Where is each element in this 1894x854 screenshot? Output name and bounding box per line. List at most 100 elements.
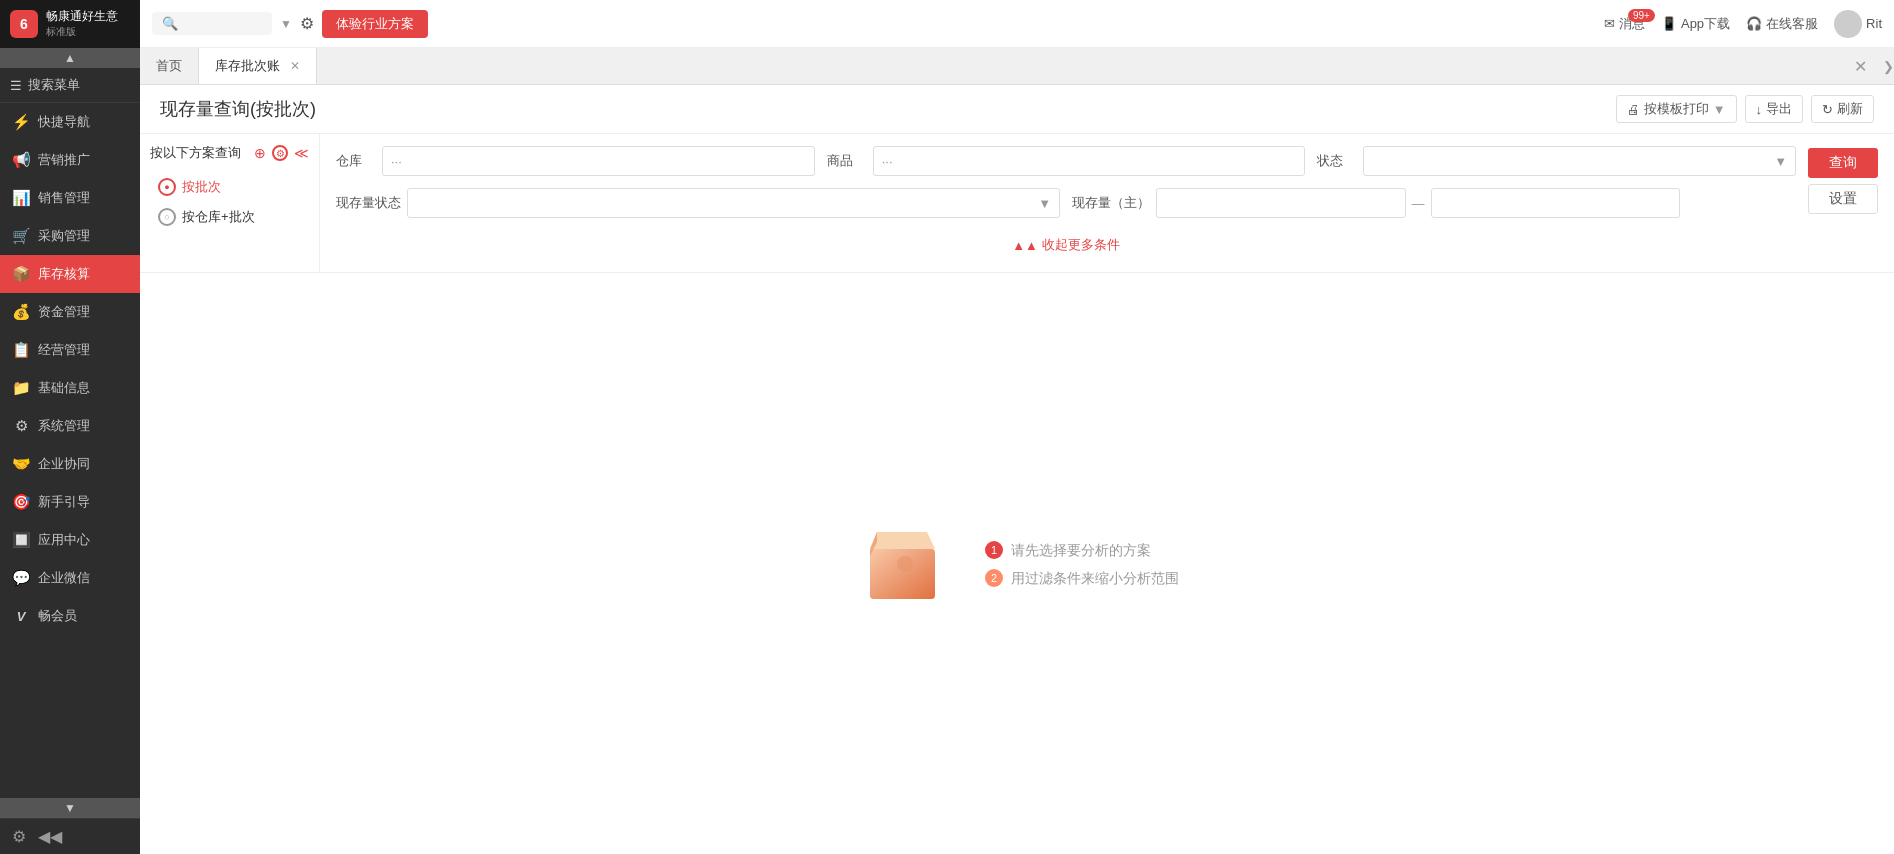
sidebar-item-label: 系统管理 — [38, 417, 90, 435]
add-scheme-icon[interactable]: ⊕ — [254, 145, 266, 161]
tabbar: 首页 库存批次账 ✕ ✕ ❯ — [140, 48, 1894, 85]
user-profile-btn[interactable]: Rit — [1834, 10, 1882, 38]
empty-svg — [855, 514, 955, 614]
query-btn-group: 查询 设置 — [1808, 148, 1878, 214]
topbar-dropdown-icon[interactable]: ▼ — [280, 17, 292, 31]
sidebar-item-sales[interactable]: 📊 销售管理 — [0, 179, 140, 217]
sidebar-item-system[interactable]: ⚙ 系统管理 — [0, 407, 140, 445]
panel-close-btn[interactable]: ✕ — [1842, 57, 1879, 76]
sidebar-header: 6 畅康通好生意 标准版 — [0, 0, 140, 48]
sidebar-item-enterprise-wechat[interactable]: 💬 企业微信 — [0, 559, 140, 597]
filter-row-1: 仓库 ··· 商品 ··· — [336, 146, 1796, 176]
warehouse-field: 仓库 ··· — [336, 146, 815, 176]
stock-qty-to[interactable] — [1431, 188, 1681, 218]
sidebar: 6 畅康通好生意 标准版 ▲ ☰ 搜索菜单 ⚡ 快捷导航 📢 营销推广 📊 销售… — [0, 0, 140, 854]
page-actions: 🖨 按模板打印 ▼ ↓ 导出 ↻ 刷新 — [1616, 95, 1874, 123]
messages-btn[interactable]: ✉ 消息 99+ — [1604, 15, 1645, 33]
sidebar-item-label: 企业协同 — [38, 455, 90, 473]
collapse-scheme-icon[interactable]: ≪ — [294, 145, 309, 161]
scheme-inactive-icon: ○ — [158, 208, 176, 226]
sidebar-item-label: 畅会员 — [38, 607, 77, 625]
online-service-btn[interactable]: 🎧 在线客服 — [1746, 15, 1818, 33]
main-area: 🔍 ▼ ⚙ 体验行业方案 ✉ 消息 99+ 📱 App下载 🎧 在线客服 Rit — [140, 0, 1894, 854]
sidebar-item-label: 销售管理 — [38, 189, 90, 207]
sidebar-search[interactable]: ☰ 搜索菜单 — [0, 68, 140, 103]
avatar — [1834, 10, 1862, 38]
sidebar-item-marketing[interactable]: 📢 营销推广 — [0, 141, 140, 179]
sidebar-item-label: 企业微信 — [38, 569, 90, 587]
sidebar-item-finance[interactable]: 💰 资金管理 — [0, 293, 140, 331]
sales-icon: 📊 — [12, 189, 30, 207]
inventory-icon: 📦 — [12, 265, 30, 283]
svg-marker-2 — [870, 532, 935, 549]
scheme-item-batch[interactable]: ● 按批次 — [150, 172, 309, 202]
export-btn[interactable]: ↓ 导出 — [1745, 95, 1804, 123]
hint-text-1: 请先选择要分析的方案 — [1011, 536, 1151, 564]
scheme-header: 按以下方案查询 ⊕ ⚙ ≪ — [150, 144, 309, 162]
sidebar-scroll-down[interactable]: ▼ — [0, 798, 140, 818]
sidebar-menu: ⚡ 快捷导航 📢 营销推广 📊 销售管理 🛒 采购管理 📦 库存核算 💰 资金管… — [0, 103, 140, 798]
stock-status-select[interactable]: ▼ — [407, 188, 1060, 218]
app-download-btn[interactable]: 📱 App下载 — [1661, 15, 1730, 33]
finance-icon: 💰 — [12, 303, 30, 321]
sidebar-item-purchase[interactable]: 🛒 采购管理 — [0, 217, 140, 255]
scheme-item-warehouse-batch[interactable]: ○ 按仓库+批次 — [150, 202, 309, 232]
sidebar-item-basic[interactable]: 📁 基础信息 — [0, 369, 140, 407]
stock-qty-from[interactable] — [1156, 188, 1406, 218]
goods-input[interactable]: ··· — [873, 146, 1306, 176]
filter-row-2: 现存量状态 ▼ 现存量（主） — — [336, 188, 1796, 218]
settings-btn[interactable]: 设置 — [1808, 184, 1878, 214]
refresh-btn[interactable]: ↻ 刷新 — [1811, 95, 1874, 123]
filter-scheme-panel: 按以下方案查询 ⊕ ⚙ ≪ ● 按批次 ○ 按仓库+批次 — [140, 134, 320, 272]
topbar-settings-icon[interactable]: ⚙ — [300, 14, 314, 33]
settings-icon[interactable]: ⚙ — [12, 827, 26, 846]
empty-state: 1 请先选择要分析的方案 2 用过滤条件来缩小分析范围 — [140, 273, 1894, 854]
topbar-search-box[interactable]: 🔍 — [152, 12, 272, 35]
sidebar-scroll-up[interactable]: ▲ — [0, 48, 140, 68]
enterprise-wechat-icon: 💬 — [12, 569, 30, 587]
scheme-active-icon: ● — [158, 178, 176, 196]
scheme-title: 按以下方案查询 — [150, 144, 241, 162]
app-download-label: App下载 — [1681, 15, 1730, 33]
sidebar-toggle-icon[interactable]: ◀◀ — [38, 827, 62, 846]
sidebar-item-newbie[interactable]: 🎯 新手引导 — [0, 483, 140, 521]
status-dropdown-icon: ▼ — [1774, 154, 1787, 169]
tab-inventory-batch[interactable]: 库存批次账 ✕ — [199, 48, 317, 84]
filter-panel: 按以下方案查询 ⊕ ⚙ ≪ ● 按批次 ○ 按仓库+批次 — [140, 134, 1894, 273]
print-btn[interactable]: 🖨 按模板打印 ▼ — [1616, 95, 1737, 123]
experience-btn[interactable]: 体验行业方案 — [322, 10, 428, 38]
svg-point-4 — [897, 556, 913, 572]
goods-label: 商品 — [827, 152, 867, 170]
tab-home[interactable]: 首页 — [140, 48, 199, 84]
message-icon: ✉ — [1604, 16, 1615, 31]
system-icon: ⚙ — [12, 417, 30, 435]
status-label: 状态 — [1317, 152, 1357, 170]
sidebar-item-inventory[interactable]: 📦 库存核算 — [0, 255, 140, 293]
marketing-icon: 📢 — [12, 151, 30, 169]
sidebar-item-vip[interactable]: V 畅会员 — [0, 597, 140, 635]
empty-illustration — [855, 514, 955, 614]
tab-close-btn[interactable]: ✕ — [290, 59, 300, 73]
sidebar-item-quick-nav[interactable]: ⚡ 快捷导航 — [0, 103, 140, 141]
sidebar-item-label: 经营管理 — [38, 341, 90, 359]
status-select[interactable]: ▼ — [1363, 146, 1796, 176]
collapse-btn[interactable]: ▲▲ 收起更多条件 — [336, 230, 1796, 260]
topbar: 🔍 ▼ ⚙ 体验行业方案 ✉ 消息 99+ 📱 App下载 🎧 在线客服 Rit — [140, 0, 1894, 48]
filter-fields: 仓库 ··· 商品 ··· — [320, 134, 1894, 272]
sidebar-item-operations[interactable]: 📋 经营管理 — [0, 331, 140, 369]
home-tab-label: 首页 — [156, 57, 182, 75]
sidebar-item-enterprise[interactable]: 🤝 企业协同 — [0, 445, 140, 483]
warehouse-input[interactable]: ··· — [382, 146, 815, 176]
scheme-batch-label: 按批次 — [182, 178, 221, 196]
collapse-label: 收起更多条件 — [1042, 236, 1120, 254]
company-name: 畅康通好生意 — [46, 9, 118, 25]
settings-scheme-icon[interactable]: ⚙ — [272, 145, 288, 161]
scheme-icons: ⊕ ⚙ ≪ — [254, 145, 309, 161]
refresh-icon: ↻ — [1822, 102, 1833, 117]
basic-icon: 📁 — [12, 379, 30, 397]
app-version: 标准版 — [46, 25, 118, 39]
topbar-left: 🔍 ▼ ⚙ 体验行业方案 — [152, 10, 1596, 38]
query-btn[interactable]: 查询 — [1808, 148, 1878, 178]
panel-expand-btn[interactable]: ❯ — [1883, 59, 1894, 74]
sidebar-item-app-center[interactable]: 🔲 应用中心 — [0, 521, 140, 559]
